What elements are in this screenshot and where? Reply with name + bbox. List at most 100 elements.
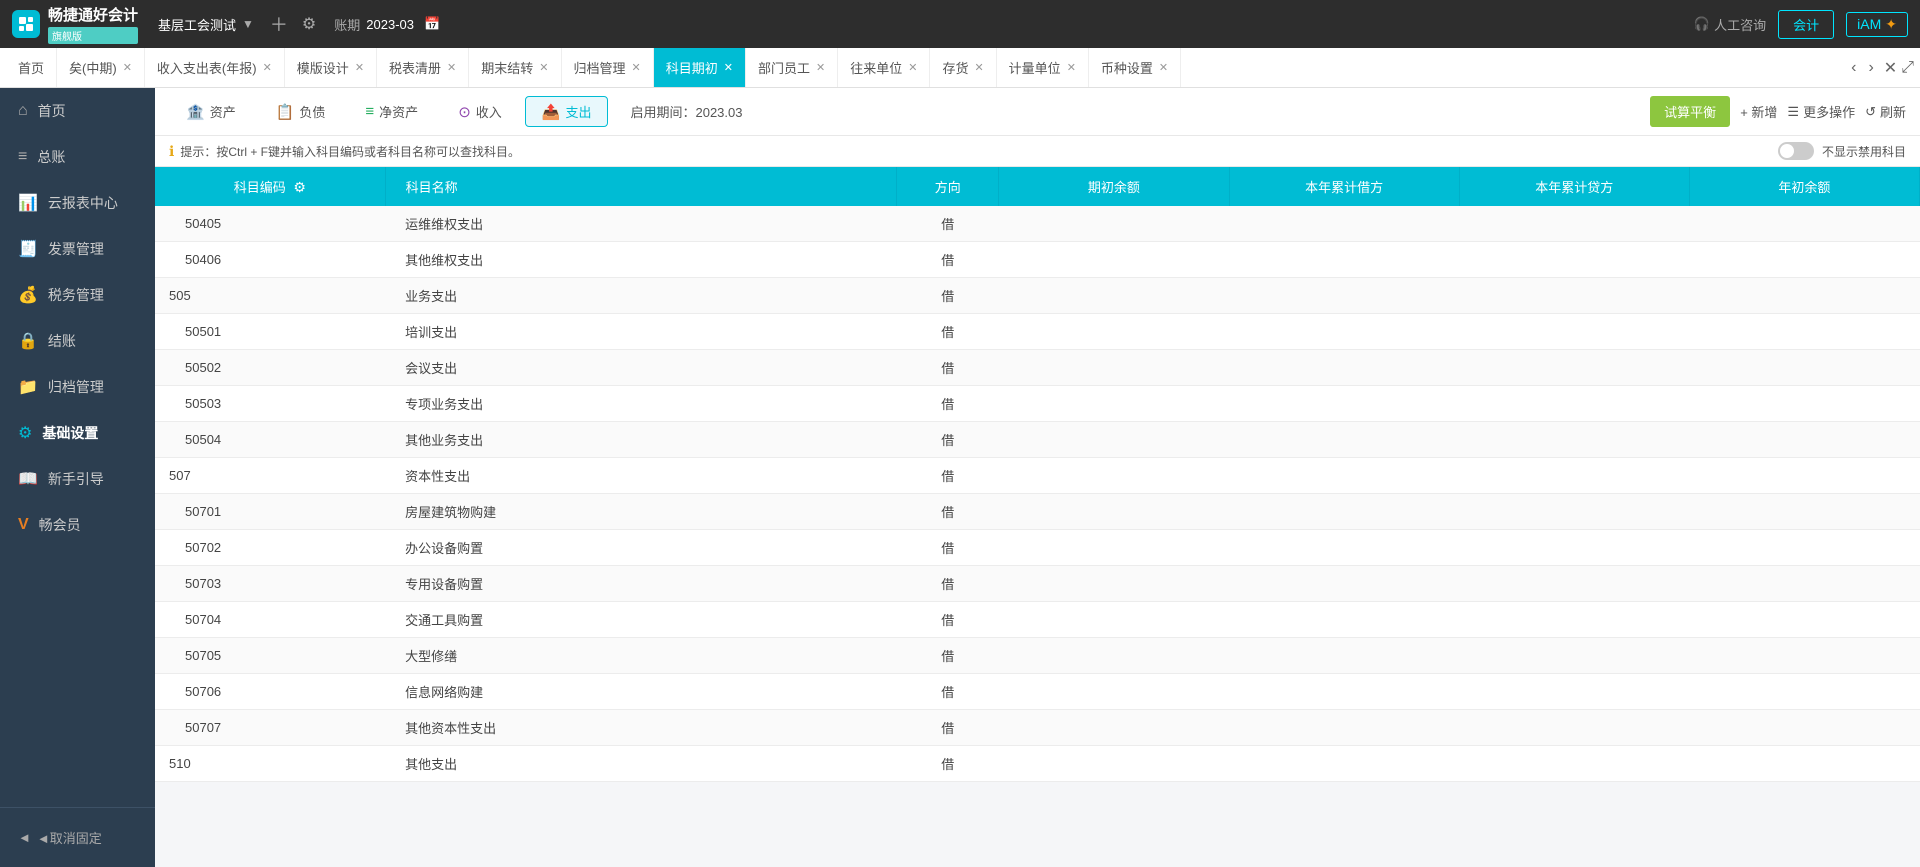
tab-department-close[interactable]: ✕ [816,61,825,74]
table-row[interactable]: 50503专项业务支出借 [155,386,1920,422]
cell-name: 业务支出 [385,278,896,314]
table-row[interactable]: 50504其他业务支出借 [155,422,1920,458]
tab-subject-period[interactable]: 科目期初 ✕ [654,48,746,88]
account-button[interactable]: 会计 [1778,10,1834,39]
tab-inventory-close[interactable]: ✕ [974,61,983,74]
tab-income[interactable]: 收入支出表(年报) ✕ [145,48,285,88]
table-row[interactable]: 50701房屋建筑物购建借 [155,494,1920,530]
table-row[interactable]: 50502会议支出借 [155,350,1920,386]
tab-subject-period-close[interactable]: ✕ [724,61,733,74]
cell-year-open [1689,530,1919,566]
sidebar-item-ledger[interactable]: ≡ 总账 [0,134,155,180]
tab-tax[interactable]: 税表清册 ✕ [377,48,469,88]
sidebar-item-invoice[interactable]: 🧾 发票管理 [0,226,155,272]
tab-currency[interactable]: 币种设置 ✕ [1089,48,1181,88]
hint-bar: ℹ 提示：按Ctrl + F键并输入科目编码或者科目名称可以查找科目。 不显示禁… [155,136,1920,167]
company-dropdown-icon[interactable]: ▼ [242,17,254,31]
filter-tab-expense[interactable]: 📤 支出 [525,96,609,127]
sidebar-item-tax[interactable]: 💰 税务管理 [0,272,155,318]
tab-template[interactable]: 模版设计 ✕ [285,48,377,88]
table-row[interactable]: 50705大型修缮借 [155,638,1920,674]
table-row[interactable]: 507资本性支出借 [155,458,1920,494]
tab-income-close[interactable]: ✕ [263,61,272,74]
add-tab-icon[interactable]: ＋ [270,11,288,37]
sidebar-item-basic[interactable]: ⚙ 基础设置 [0,410,155,456]
tab-expand-button[interactable]: ⤢ [1901,59,1914,77]
cell-ytd-debit [1229,206,1459,242]
tab-bar: 首页 矣(中期) ✕ 收入支出表(年报) ✕ 模版设计 ✕ 税表清册 ✕ 期末结… [0,48,1920,88]
filter-tab-assets[interactable]: 🏦 资产 [169,96,253,127]
table-row[interactable]: 510其他支出借 [155,746,1920,782]
table-row[interactable]: 50405运维维权支出借 [155,206,1920,242]
sidebar-item-archive[interactable]: 📁 归档管理 [0,364,155,410]
tab-archive-close[interactable]: ✕ [632,61,641,74]
tab-home[interactable]: 首页 [6,48,57,88]
add-button[interactable]: + 新增 [1740,102,1777,121]
table-row[interactable]: 50702办公设备购置借 [155,530,1920,566]
tab-period[interactable]: 矣(中期) ✕ [57,48,145,88]
tab-inventory[interactable]: 存货 ✕ [930,48,996,88]
tab-unit-close[interactable]: ✕ [1067,61,1076,74]
tab-close-all-button[interactable]: ✕ [1884,58,1897,78]
tab-partners-close[interactable]: ✕ [908,61,917,74]
filter-tab-equity[interactable]: ≡ 净资产 [348,96,435,127]
sidebar-item-report[interactable]: 📊 云报表中心 [0,180,155,226]
table-row[interactable]: 505业务支出借 [155,278,1920,314]
hint-text: 提示：按Ctrl + F键并输入科目编码或者科目名称可以查找科目。 [180,143,520,160]
tab-prev-button[interactable]: ‹ [1847,57,1860,79]
guide-icon: 📖 [18,469,38,489]
cell-ytd-debit [1229,458,1459,494]
table-row[interactable]: 50707其他资本性支出借 [155,710,1920,746]
disable-toggle[interactable] [1778,142,1814,160]
liabilities-icon: 📋 [276,103,295,121]
cell-name: 专项业务支出 [385,386,896,422]
iam-badge[interactable]: iAM ✦ [1846,12,1908,37]
sidebar-collapse-button[interactable]: ◄ ◄取消固定 [0,818,155,857]
cell-opening [999,566,1229,602]
more-button[interactable]: ☰ 更多操作 [1787,102,1855,121]
cell-name: 资本性支出 [385,458,896,494]
sidebar-bottom: ◄ ◄取消固定 [0,807,155,867]
table-row[interactable]: 50406其他维权支出借 [155,242,1920,278]
sidebar-item-closing[interactable]: 🔒 结账 [0,318,155,364]
tab-period-close-btn[interactable]: ✕ [539,61,548,74]
table-row[interactable]: 50703专用设备购置借 [155,566,1920,602]
tab-partners[interactable]: 往来单位 ✕ [838,48,930,88]
support-button[interactable]: 🎧 人工咨询 [1694,15,1766,34]
sidebar-item-guide[interactable]: 📖 新手引导 [0,456,155,502]
iam-label: iAM [1857,16,1881,32]
tab-next-button[interactable]: › [1864,57,1877,79]
income-label: 收入 [476,102,502,121]
tab-template-close[interactable]: ✕ [355,61,364,74]
tab-archive[interactable]: 归档管理 ✕ [562,48,654,88]
sidebar-item-member[interactable]: V 畅会员 [0,502,155,548]
cell-opening [999,602,1229,638]
tab-currency-close[interactable]: ✕ [1159,61,1168,74]
tab-period-close[interactable]: ✕ [123,61,132,74]
filter-tab-income[interactable]: ⊙ 收入 [441,96,519,127]
sidebar-item-home[interactable]: ⌂ 首页 [0,88,155,134]
jisuan-button[interactable]: 试算平衡 [1650,96,1730,127]
period-info: 启用期间：2023.03 [630,102,742,121]
table-row[interactable]: 50501培训支出借 [155,314,1920,350]
cell-ytd-credit [1459,314,1689,350]
col-settings-icon[interactable]: ⚙ [293,179,306,195]
cell-ytd-debit [1229,242,1459,278]
cell-opening [999,638,1229,674]
company-selector[interactable]: 基层工会测试 ▼ ＋ ⚙ 账期 2023-03 📅 [158,11,440,37]
table-row[interactable]: 50704交通工具购置借 [155,602,1920,638]
calendar-icon[interactable]: 📅 [424,16,440,32]
settings-icon[interactable]: ⚙ [302,14,316,34]
cell-name: 其他资本性支出 [385,710,896,746]
tab-department[interactable]: 部门员工 ✕ [746,48,838,88]
tab-period-close[interactable]: 期末结转 ✕ [469,48,561,88]
filter-tab-liabilities[interactable]: 📋 负债 [259,96,343,127]
col-header-ytd-credit: 本年累计贷方 [1459,167,1689,206]
tab-unit[interactable]: 计量单位 ✕ [997,48,1089,88]
equity-label: 净资产 [379,102,418,121]
refresh-button[interactable]: ↺ 刷新 [1865,102,1906,121]
tab-tax-close[interactable]: ✕ [447,61,456,74]
table-container[interactable]: 科目编码 ⚙ 科目名称 方向 期初余额 本年累计借方 本年累计贷方 年初余额 5… [155,167,1920,867]
sidebar-guide-label: 新手引导 [48,469,104,489]
table-row[interactable]: 50706信息网络购建借 [155,674,1920,710]
